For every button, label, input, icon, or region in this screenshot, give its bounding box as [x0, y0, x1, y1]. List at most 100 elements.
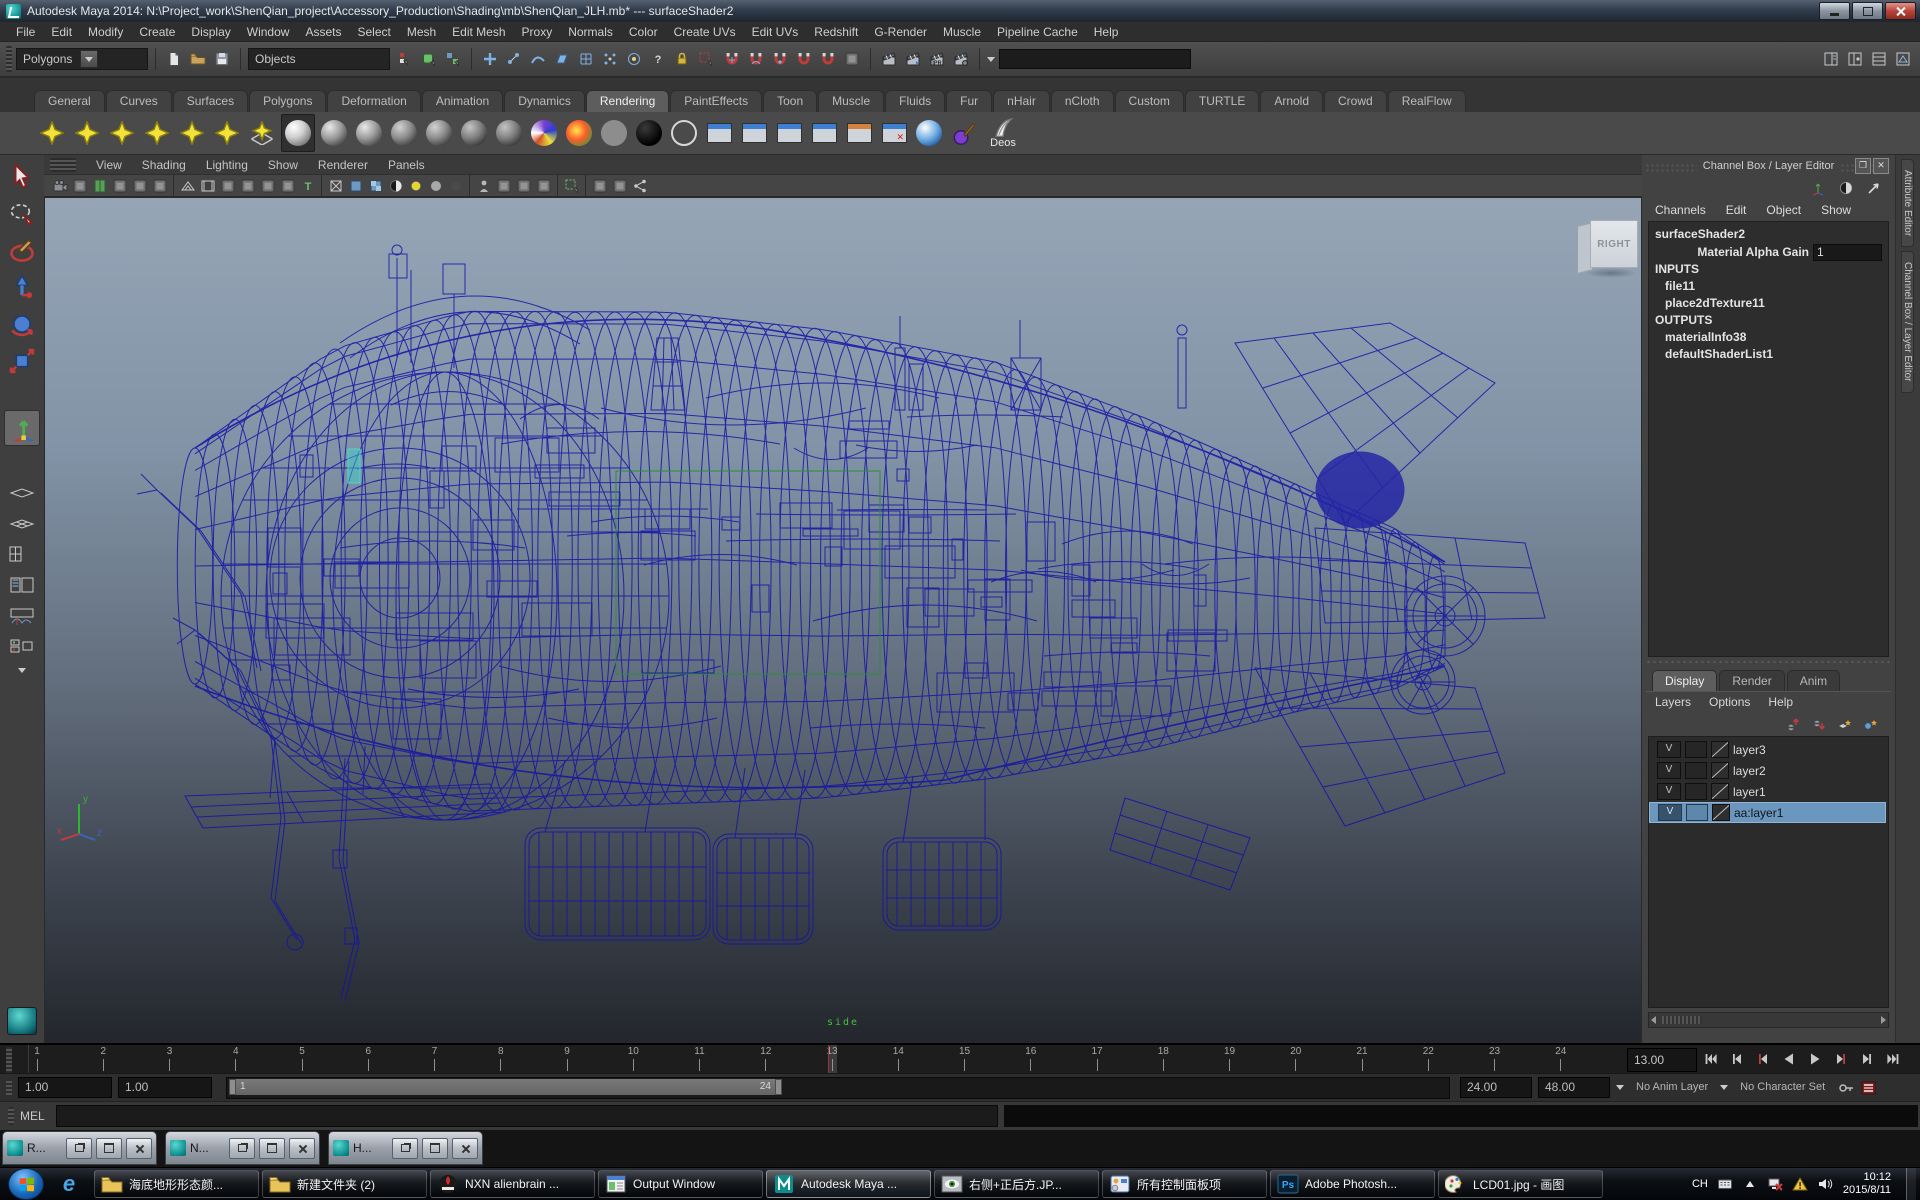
channel-box-menu-item[interactable]: Channels: [1646, 203, 1715, 217]
spot-light-icon[interactable]: [71, 115, 103, 151]
channel-box-toggle-icon[interactable]: [1868, 48, 1890, 70]
layer-editor-menu-item[interactable]: Layers: [1646, 695, 1700, 709]
menu-item[interactable]: Modify: [80, 25, 131, 39]
wireframe-submarine-model[interactable]: [45, 198, 1642, 1043]
language-indicator[interactable]: CH: [1692, 1178, 1708, 1190]
taskbar-item-output-window[interactable]: Output Window: [598, 1170, 763, 1198]
menu-item[interactable]: File: [8, 25, 43, 39]
timeline-frame-6[interactable]: 6: [348, 1046, 388, 1071]
four-pane-layout[interactable]: [5, 509, 39, 537]
panel-menu-item[interactable]: Panels: [378, 158, 435, 172]
directional-light-icon[interactable]: [106, 115, 138, 151]
shelf-tab[interactable]: Curves: [105, 90, 172, 112]
layer-name[interactable]: layer1: [1733, 785, 1766, 799]
timeline-frame-7[interactable]: 7: [415, 1046, 455, 1071]
soft-select-icon[interactable]: [623, 48, 645, 70]
close-button[interactable]: [1885, 2, 1916, 20]
wireframe-mode-icon[interactable]: [326, 177, 345, 195]
maximize-window-button[interactable]: [422, 1137, 448, 1159]
outline-shader-icon[interactable]: [668, 115, 700, 151]
animation-end-field[interactable]: 48.00: [1538, 1077, 1610, 1098]
layer-row[interactable]: V layer2: [1649, 760, 1888, 781]
material-sphere-3-icon[interactable]: [388, 115, 420, 151]
layer-scrollbar[interactable]: [1648, 1012, 1889, 1028]
render-settings-window-icon[interactable]: [773, 115, 805, 151]
use-all-lights-icon[interactable]: [386, 177, 405, 195]
quick-select-field[interactable]: [999, 49, 1191, 69]
menu-item[interactable]: Window: [239, 25, 298, 39]
command-language-button[interactable]: MEL: [20, 1109, 50, 1123]
menu-item[interactable]: Muscle: [935, 25, 989, 39]
channel-io-row[interactable]: materialInfo38: [1655, 329, 1882, 346]
timeline-frame-5[interactable]: 5: [282, 1046, 322, 1071]
snap-to-projected-center-icon[interactable]: [793, 48, 815, 70]
share-view-icon[interactable]: [630, 177, 649, 195]
time-slider-handle[interactable]: [6, 1047, 12, 1073]
light-linker-window-icon[interactable]: [808, 115, 840, 151]
layer-color-swatch[interactable]: [1711, 762, 1729, 779]
manip-axis-icon[interactable]: [1807, 177, 1829, 199]
panel-menu-item[interactable]: Shading: [132, 158, 196, 172]
render-view-window-icon[interactable]: [738, 115, 770, 151]
command-input-field[interactable]: [56, 1105, 998, 1127]
image-plane-icon[interactable]: [110, 177, 129, 195]
modeling-toolkit-toggle-icon[interactable]: [1892, 48, 1914, 70]
panel-close-button[interactable]: ✕: [1873, 158, 1889, 174]
curve-select-icon[interactable]: [527, 48, 549, 70]
shelf-tab[interactable]: Custom: [1114, 90, 1184, 112]
last-tool-move-manipulator[interactable]: [4, 410, 40, 446]
dark-ball-icon[interactable]: [446, 177, 465, 195]
scroll-thumb[interactable]: [1662, 1016, 1702, 1024]
xray-mode-icon[interactable]: [474, 177, 493, 195]
auto-keyframe-toggle[interactable]: [1860, 1080, 1877, 1096]
timeline-frame-15[interactable]: 15: [945, 1046, 985, 1071]
layer-editor-menu-item[interactable]: Options: [1700, 695, 1759, 709]
layer-color-swatch[interactable]: [1711, 741, 1729, 758]
timeline-frame-10[interactable]: 10: [613, 1046, 653, 1071]
panel-popout-button[interactable]: ❐: [1855, 158, 1871, 174]
shelf-tab[interactable]: Crowd: [1324, 90, 1387, 112]
timeline-frame-21[interactable]: 21: [1342, 1046, 1382, 1071]
action-center-tray-icon[interactable]: [1792, 1176, 1809, 1192]
snap-to-point-icon[interactable]: [769, 48, 791, 70]
scale-tool[interactable]: [5, 344, 39, 378]
panel-menu-item[interactable]: Lighting: [196, 158, 258, 172]
menu-item[interactable]: Edit UVs: [744, 25, 807, 39]
deos-plugin-icon[interactable]: Deos: [983, 115, 1023, 151]
shelf-tab[interactable]: Rendering: [585, 90, 670, 112]
shelf-tab[interactable]: nHair: [993, 90, 1050, 112]
layer-row[interactable]: V layer3: [1649, 739, 1888, 760]
current-frame-marker[interactable]: [828, 1045, 837, 1075]
ocean-shader-icon[interactable]: [913, 115, 945, 151]
sidebar-vertical-tab[interactable]: Channel Box / Layer Editor: [1901, 251, 1914, 393]
layer-name[interactable]: aa:layer1: [1734, 806, 1783, 820]
object-mode-icon[interactable]: [418, 48, 440, 70]
create-empty-layer-icon[interactable]: [1833, 713, 1855, 735]
layer-color-swatch[interactable]: [1711, 783, 1729, 800]
taskbar-item-paint[interactable]: LCD01.jpg - 画图: [1438, 1170, 1603, 1198]
lock-selection-icon[interactable]: [671, 48, 693, 70]
make-live-icon[interactable]: [841, 48, 863, 70]
menu-item[interactable]: Edit: [43, 25, 80, 39]
timeline-frame-22[interactable]: 22: [1408, 1046, 1448, 1071]
move-nearest-icon[interactable]: [479, 48, 501, 70]
menu-item[interactable]: Color: [621, 25, 666, 39]
shelf-tab[interactable]: TURTLE: [1184, 90, 1260, 112]
rainbow-shader-icon[interactable]: [563, 115, 595, 151]
shelf-tab[interactable]: Dynamics: [504, 90, 585, 112]
go-to-start-icon[interactable]: [1699, 1047, 1723, 1071]
anim-layer-dropdown-icon[interactable]: [1616, 1085, 1624, 1090]
area-light-icon[interactable]: [176, 115, 208, 151]
join-points-icon[interactable]: [503, 48, 525, 70]
restore-window-button[interactable]: [229, 1137, 255, 1159]
attribute-editor-toggle-icon[interactable]: [1820, 48, 1842, 70]
range-slider-handle[interactable]: [6, 1078, 12, 1097]
menu-item[interactable]: Create: [131, 25, 183, 39]
start-button[interactable]: [8, 1168, 44, 1200]
menu-item[interactable]: Proxy: [514, 25, 561, 39]
resolution-gate-icon[interactable]: [218, 177, 237, 195]
rotate-tool[interactable]: [5, 307, 39, 341]
lattice-select-icon[interactable]: [575, 48, 597, 70]
layer-editor-menu-item[interactable]: Help: [1759, 695, 1802, 709]
time-slider-ticks[interactable]: 1 2 3 4 5 6 7 8 9 10 11 12 13 14 15 16 17 18 19 20 21 22 23 24: [28, 1045, 1623, 1075]
